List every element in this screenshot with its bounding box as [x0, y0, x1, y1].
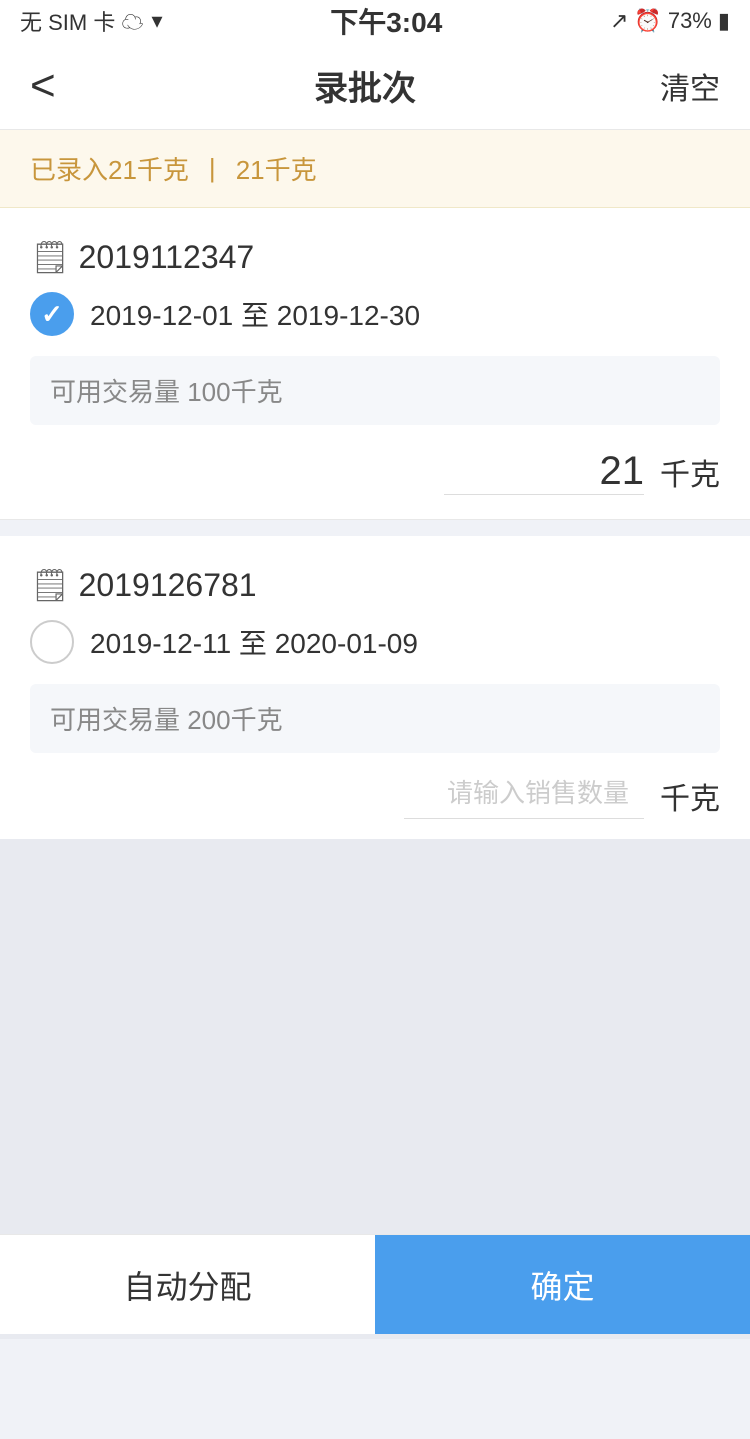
section-separator [0, 520, 750, 536]
batch-id-2: 2019126781 [79, 567, 257, 604]
recorded-label: 已录入21千克 [30, 150, 189, 187]
batch-checkbox-2[interactable] [30, 620, 74, 664]
batch-date-1: 2019-12-01 至 2019-12-30 [90, 294, 420, 334]
quantity-value-1: 21 [600, 449, 645, 494]
back-icon: < [30, 61, 56, 110]
batch-card-1: 🗒 2019112347 2019-12-01 至 2019-12-30 可用交… [0, 208, 750, 520]
auto-distribute-button[interactable]: 自动分配 [0, 1235, 375, 1334]
qty-underline-2 [404, 818, 644, 819]
nav-bar: < 录批次 清空 [0, 42, 750, 130]
battery-icon: ▮ [718, 8, 730, 34]
status-time: 下午3:04 [330, 1, 442, 41]
available-qty-text-1: 可用交易量 100千克 [50, 377, 283, 407]
alarm-icon: ⏰ [634, 8, 661, 34]
confirm-button[interactable]: 确定 [375, 1235, 750, 1334]
batch-doc-icon-1: 🗒 [30, 238, 71, 276]
qty-unit-label-2: 千克 [660, 774, 720, 818]
clear-button[interactable]: 清空 [640, 64, 720, 108]
page-title: 录批次 [90, 61, 640, 110]
quantity-row-1: 21 千克 [0, 425, 750, 520]
location-icon: ↗ [610, 8, 628, 34]
batch-card-2: 🗒 2019126781 2019-12-11 至 2020-01-09 可用交… [0, 536, 750, 839]
batch-date-row-2: 2019-12-11 至 2020-01-09 [30, 620, 720, 664]
status-right: ↗ ⏰ 73% ▮ [610, 8, 730, 34]
batch-date-2: 2019-12-11 至 2020-01-09 [90, 622, 418, 662]
batch-id-1: 2019112347 [79, 239, 255, 276]
bottom-buttons: 自动分配 确定 [0, 1234, 750, 1334]
qty-input-field-2[interactable] [404, 773, 644, 810]
back-button[interactable]: < [30, 61, 90, 111]
batch-id-row-1: 🗒 2019112347 [30, 238, 720, 276]
batch-doc-icon-2: 🗒 [30, 566, 71, 604]
recorded-value: 21千克 [236, 150, 317, 187]
available-qty-box-1: 可用交易量 100千克 [30, 356, 720, 425]
batch-date-row-1: 2019-12-01 至 2019-12-30 [30, 292, 720, 336]
qty-input-wrapper-2 [404, 773, 644, 819]
info-divider: | [209, 153, 216, 184]
status-bar: 无 SIM 卡 ☁ ▾ 下午3:04 ↗ ⏰ 73% ▮ [0, 0, 750, 42]
available-qty-text-2: 可用交易量 200千克 [50, 705, 283, 735]
content-area: 🗒 2019112347 2019-12-01 至 2019-12-30 可用交… [0, 208, 750, 1339]
batch-checkbox-1[interactable] [30, 292, 74, 336]
batch-id-row-2: 🗒 2019126781 [30, 566, 720, 604]
available-qty-box-2: 可用交易量 200千克 [30, 684, 720, 753]
no-sim-text: 无 SIM 卡 ☁ [20, 5, 143, 37]
quantity-unit-1: 千克 [660, 450, 720, 494]
qty-input-row-2: 千克 [0, 753, 750, 839]
wifi-icon: ▾ [151, 8, 162, 34]
status-left: 无 SIM 卡 ☁ ▾ [20, 5, 163, 37]
info-banner: 已录入21千克 | 21千克 [0, 130, 750, 208]
quantity-underline-1 [444, 494, 644, 495]
battery-text: 73% [668, 8, 712, 34]
